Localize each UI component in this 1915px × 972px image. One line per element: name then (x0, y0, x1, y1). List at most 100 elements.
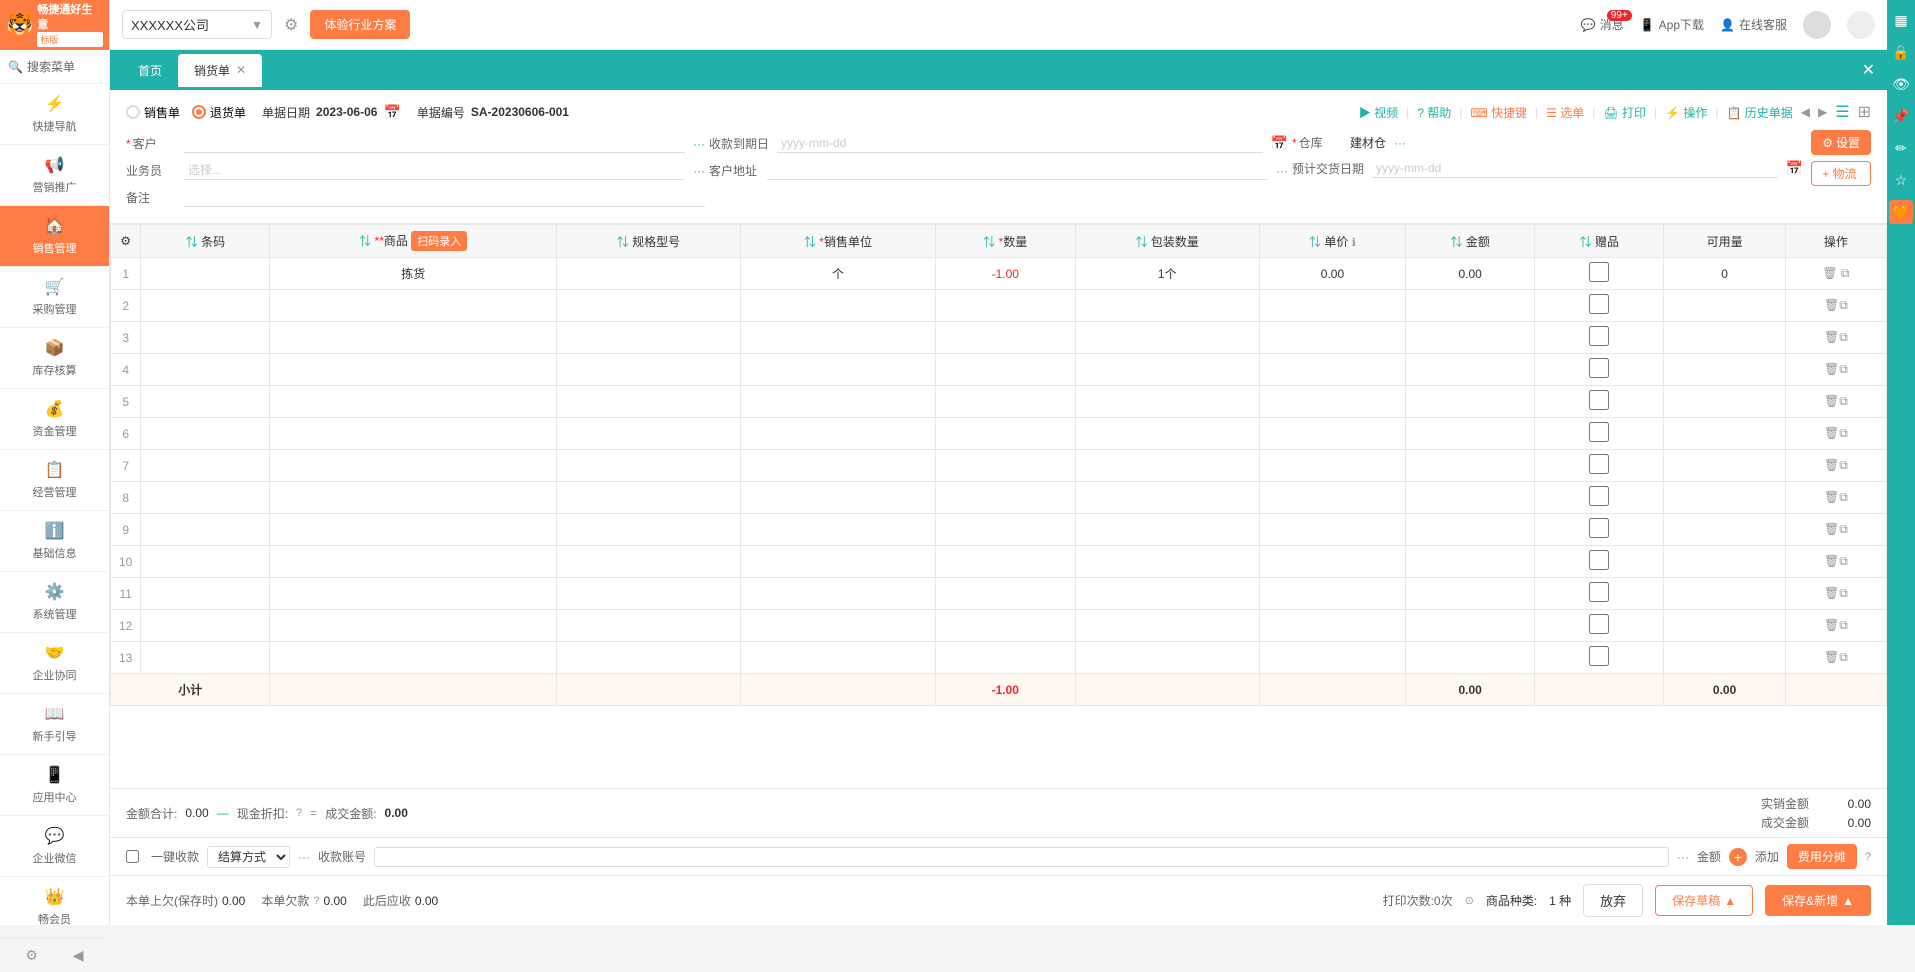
copy-icon[interactable]: ⧉ (1839, 586, 1848, 600)
add-payment-button[interactable]: + (1729, 848, 1747, 866)
sidebar-item-purchase[interactable]: 🛒 采购管理 (0, 267, 109, 328)
sidebar-item-basic[interactable]: ℹ️ 基础信息 (0, 511, 109, 572)
note-input[interactable] (184, 188, 705, 207)
sidebar-item-operations[interactable]: 📋 经营管理 (0, 450, 109, 511)
delete-icon[interactable]: 🗑 (1824, 522, 1839, 536)
avatar[interactable] (1803, 11, 1831, 39)
sidebar-item-inventory[interactable]: 📦 库存核算 (0, 328, 109, 389)
sidebar-item-marketing[interactable]: 📢 营销推广 (0, 145, 109, 206)
calendar-icon[interactable]: 📅 (383, 104, 400, 121)
discard-button[interactable]: 放弃 (1583, 884, 1643, 917)
delete-icon[interactable]: 🗑 (1824, 394, 1839, 408)
total-owe-info[interactable]: ? (313, 895, 319, 907)
th-pack-qty[interactable]: ⇅ 包装数量 (1075, 225, 1259, 258)
copy-icon[interactable]: ⧉ (1839, 490, 1848, 504)
customer-dots[interactable]: ··· (693, 137, 705, 151)
print-action[interactable]: 🖨 打印 (1603, 104, 1646, 121)
payment-method-dots[interactable]: ··· (298, 850, 310, 864)
th-barcode[interactable]: ⇅ 条码 (141, 225, 270, 258)
video-action[interactable]: ▶ 视频 (1359, 104, 1398, 121)
sidebar-item-system[interactable]: ⚙️ 系统管理 (0, 572, 109, 633)
radio-return[interactable]: 退货单 (192, 104, 246, 121)
sidebar-item-sales[interactable]: 🏠 销售管理 (0, 206, 109, 267)
avatar2[interactable] (1847, 11, 1875, 39)
td-barcode[interactable] (141, 258, 270, 290)
sidebar-item-quick-nav[interactable]: ⚡ 快捷导航 (0, 84, 109, 145)
payment-method-select[interactable]: 结算方式 (207, 846, 290, 868)
company-selector[interactable]: XXXXXX公司 ▼ (122, 10, 272, 39)
online-service-button[interactable]: 👤 在线客服 (1720, 16, 1787, 33)
copy-icon[interactable]: ⧉ (1839, 522, 1848, 536)
topbar-gear-icon[interactable]: ⚙ (284, 15, 298, 35)
copy-icon[interactable]: ⧉ (1841, 266, 1850, 280)
td-spec[interactable] (556, 258, 740, 290)
sidebar-item-member[interactable]: 👑 畅会员 (0, 877, 109, 938)
copy-icon[interactable]: ⧉ (1839, 618, 1848, 632)
select-action[interactable]: ☰ 选单 (1546, 104, 1584, 121)
history-action[interactable]: 📋 历史单据 (1727, 104, 1793, 121)
tab-close-icon[interactable]: ✕ (236, 63, 246, 77)
right-panel-pin[interactable]: 📌 (1889, 104, 1913, 128)
salesperson-dots[interactable]: ··· (693, 164, 705, 178)
payment-date-cal[interactable]: 📅 (1271, 135, 1288, 152)
th-amount[interactable]: ⇅ 金额 (1406, 225, 1535, 258)
save-draft-button[interactable]: 保存草稿 ▲ (1655, 885, 1753, 916)
sidebar-collapse-icon[interactable]: ◀ (73, 947, 84, 964)
fee-split-button[interactable]: 费用分摊 (1787, 844, 1857, 869)
list-view-icon[interactable]: ☰ (1835, 102, 1849, 122)
right-panel-orange[interactable]: 🧡 (1889, 200, 1913, 224)
copy-icon[interactable]: ⧉ (1839, 330, 1848, 344)
th-gift[interactable]: ⇅ 赠品 (1535, 225, 1664, 258)
account-input[interactable] (374, 847, 1669, 867)
right-panel-edit[interactable]: ✏ (1889, 136, 1913, 160)
td-amount[interactable]: 0.00 (1406, 258, 1535, 290)
copy-icon[interactable]: ⧉ (1839, 554, 1848, 568)
sidebar-item-enterprise[interactable]: 🤝 企业协同 (0, 633, 109, 694)
tab-home[interactable]: 首页 (122, 54, 178, 87)
sidebar-item-wechat[interactable]: 💬 企业微信 (0, 816, 109, 877)
th-gear[interactable]: ⚙ (111, 225, 141, 258)
gift-checkbox[interactable] (1589, 614, 1609, 634)
expected-date-cal[interactable]: 📅 (1786, 160, 1803, 177)
delete-icon[interactable]: 🗑 (1824, 490, 1839, 504)
copy-icon[interactable]: ⧉ (1839, 362, 1848, 376)
gift-checkbox[interactable] (1589, 422, 1609, 442)
td-pack-qty[interactable]: 1个 (1075, 258, 1259, 290)
gift-checkbox[interactable] (1589, 358, 1609, 378)
right-panel-eye[interactable]: 👁 (1889, 72, 1913, 96)
th-qty[interactable]: ⇅ *数量 (935, 225, 1075, 258)
td-goods[interactable]: 拣货 (270, 258, 556, 290)
gift-checkbox[interactable] (1589, 518, 1609, 538)
right-panel-grid[interactable]: ▦ (1889, 8, 1913, 32)
th-spec[interactable]: ⇅ 规格型号 (556, 225, 740, 258)
gift-checkbox[interactable] (1589, 582, 1609, 602)
td-unit[interactable]: 个 (741, 258, 936, 290)
delete-icon[interactable]: 🗑 (1824, 362, 1839, 376)
gift-checkbox[interactable] (1589, 454, 1609, 474)
gift-checkbox[interactable] (1589, 646, 1609, 666)
customer-input[interactable] (184, 134, 685, 153)
help-action[interactable]: ? 帮助 (1417, 104, 1451, 121)
scan-button[interactable]: 扫码录入 (411, 231, 467, 251)
tab-sales-order[interactable]: 销货单 ✕ (178, 54, 262, 87)
next-icon[interactable]: ▶ (1818, 105, 1827, 119)
td-qty[interactable]: -1.00 (935, 258, 1075, 290)
grid-view-icon[interactable]: ⊞ (1858, 102, 1871, 122)
app-download-button[interactable]: 📱 App下载 (1640, 16, 1704, 33)
gift-checkbox[interactable] (1589, 294, 1609, 314)
customer-addr-dots[interactable]: ··· (1276, 164, 1288, 178)
copy-icon[interactable]: ⧉ (1839, 650, 1848, 664)
settings-button[interactable]: ⚙ 设置 (1811, 130, 1871, 155)
delete-icon[interactable]: 🗑 (1824, 586, 1839, 600)
logistics-button[interactable]: + 物流 (1811, 161, 1871, 186)
shortcut-action[interactable]: ⌨ 快捷键 (1470, 104, 1527, 121)
delete-icon[interactable]: 🗑 (1822, 266, 1837, 280)
delete-icon[interactable]: 🗑 (1824, 650, 1839, 664)
trial-button[interactable]: 体验行业方案 (310, 10, 410, 39)
sidebar-item-capital[interactable]: 💰 资金管理 (0, 389, 109, 450)
delete-icon[interactable]: 🗑 (1824, 554, 1839, 568)
gift-checkbox[interactable] (1589, 486, 1609, 506)
radio-sales[interactable]: 销售单 (126, 104, 180, 121)
gift-checkbox[interactable] (1589, 326, 1609, 346)
operate-action[interactable]: ⚡ 操作 (1665, 104, 1707, 121)
